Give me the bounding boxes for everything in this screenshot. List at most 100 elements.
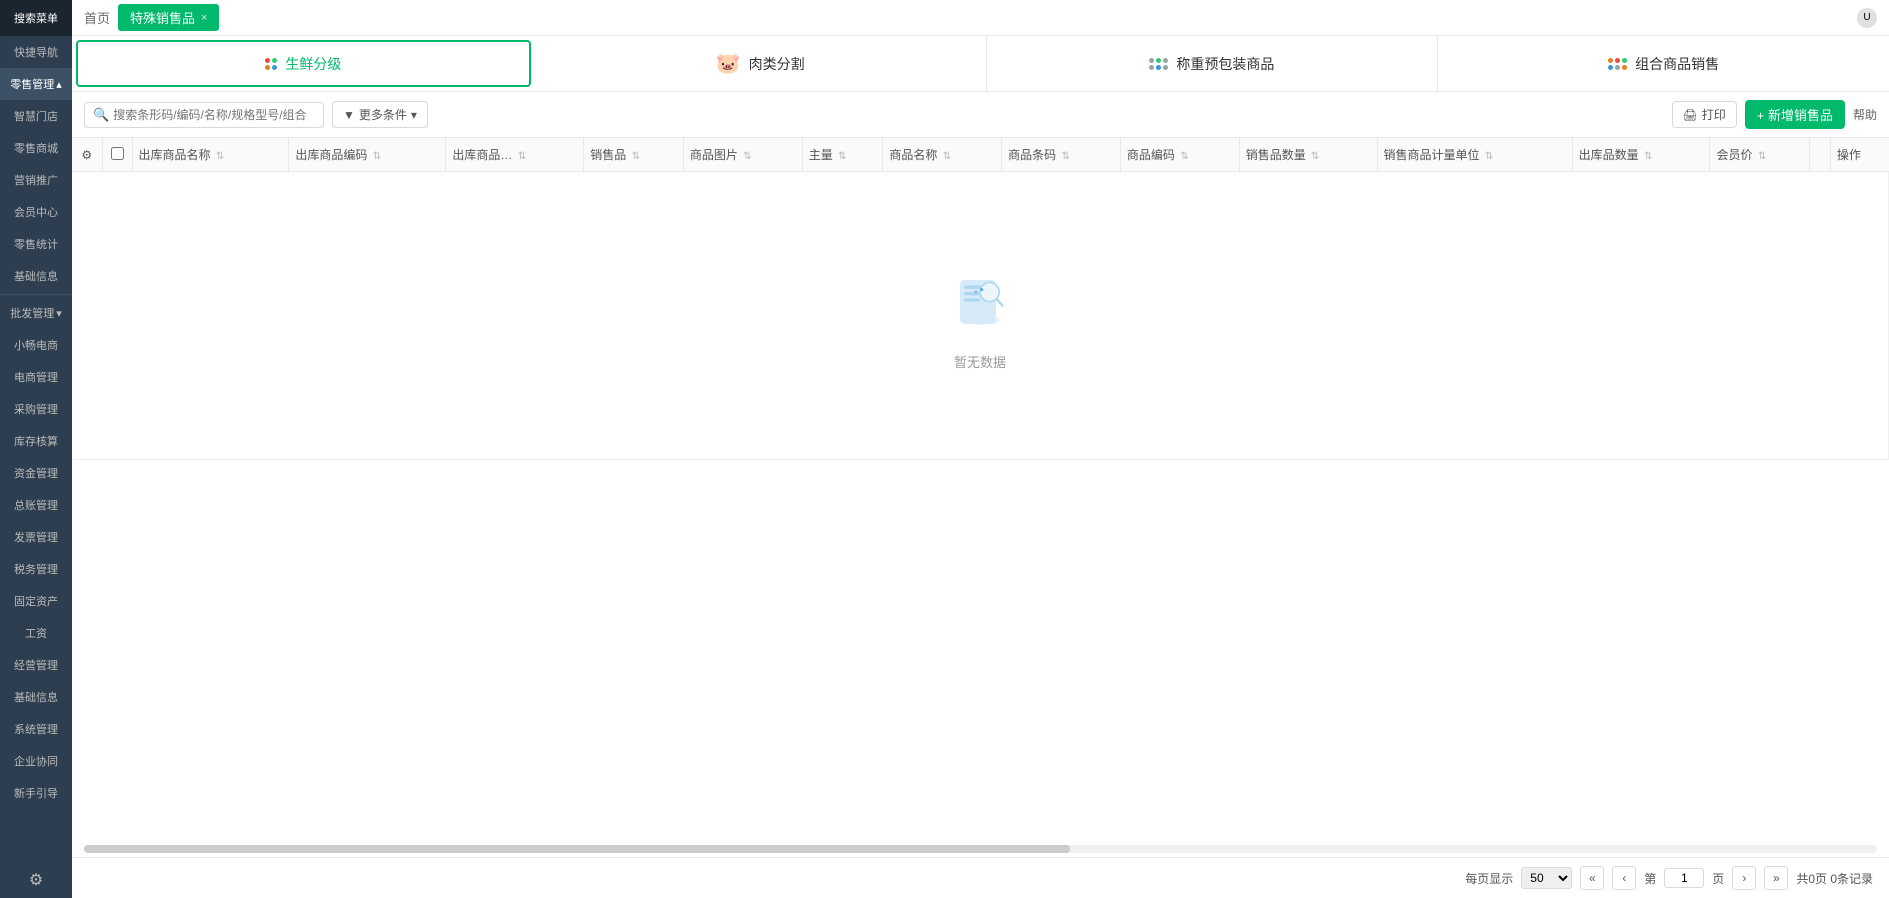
sidebar-item-inventory[interactable]: 库存核算: [0, 425, 72, 457]
main-content: 首页 特殊销售品 × U 生鲜分级 �: [72, 0, 1889, 898]
sidebar-logo[interactable]: 搜索菜单: [0, 0, 72, 36]
empty-state-cell: 暂无数据: [72, 172, 1889, 460]
th-out-code-label: 出库商品编码: [295, 148, 367, 162]
sidebar-item-purchase[interactable]: 采购管理: [0, 393, 72, 425]
active-tab-label: 特殊销售品: [130, 8, 195, 27]
sort-arrows-icon: ⇅: [943, 151, 951, 162]
sidebar-item-fixed-assets[interactable]: 固定资产: [0, 585, 72, 617]
sidebar-item-invoice[interactable]: 发票管理: [0, 521, 72, 553]
th-action: 操作: [1830, 138, 1888, 172]
table-header: ⚙ 出库商品名称 ⇅ 出库商品编码 ⇅ 出库商品… ⇅: [72, 138, 1889, 172]
th-checkbox[interactable]: [102, 138, 132, 172]
th-product-name[interactable]: 商品名称 ⇅: [883, 138, 1002, 172]
tab-meat-cut[interactable]: 🐷 肉类分割: [535, 36, 987, 91]
topbar: 首页 特殊销售品 × U: [72, 0, 1889, 36]
tab-weigh-pack[interactable]: 称重预包装商品: [987, 36, 1439, 91]
sidebar-item-ops[interactable]: 经营管理: [0, 649, 72, 681]
th-out-name[interactable]: 出库商品名称 ⇅: [132, 138, 289, 172]
close-tab-button[interactable]: ×: [201, 12, 207, 24]
th-sale-item-label: 销售品: [590, 148, 626, 162]
sidebar-item-new-guide[interactable]: 新手引导: [0, 777, 72, 809]
th-sale-unit-label: 销售商品计量单位: [1384, 148, 1480, 162]
sidebar-item-retail-mgmt[interactable]: 零售管理 ▴: [0, 68, 72, 100]
page-number-input[interactable]: [1664, 868, 1704, 888]
sidebar: 搜索菜单 快捷导航 零售管理 ▴ 智慧门店 零售商城 营销推广 会员中心 零售统…: [0, 0, 72, 898]
sidebar-item-marketing[interactable]: 营销推广: [0, 164, 72, 196]
search-box[interactable]: 🔍: [84, 102, 324, 128]
table-container: ⚙ 出库商品名称 ⇅ 出库商品编码 ⇅ 出库商品… ⇅: [72, 138, 1889, 841]
first-page-button[interactable]: «: [1580, 866, 1604, 890]
th-sale-item[interactable]: 销售品 ⇅: [584, 138, 684, 172]
toolbar-right: 🖨 打印 + 新增销售品 帮助: [1672, 100, 1877, 129]
th-product-code[interactable]: 商品编码 ⇅: [1120, 138, 1239, 172]
products-table: ⚙ 出库商品名称 ⇅ 出库商品编码 ⇅ 出库商品… ⇅: [72, 138, 1889, 460]
sort-arrows-icon: ⇅: [838, 151, 846, 162]
sidebar-item-basic-info[interactable]: 基础信息: [0, 260, 72, 292]
th-out-code[interactable]: 出库商品编码 ⇅: [289, 138, 446, 172]
sidebar-item-sys-mgmt[interactable]: 系统管理: [0, 713, 72, 745]
weigh-pack-icon: [1149, 58, 1168, 70]
filter-label: 更多条件: [359, 106, 407, 123]
th-member-price[interactable]: 会员价 ⇅: [1710, 138, 1810, 172]
sidebar-item-basic-info2[interactable]: 基础信息: [0, 681, 72, 713]
per-page-label: 每页显示: [1465, 870, 1513, 887]
th-sale-qty[interactable]: 销售品数量 ⇅: [1239, 138, 1377, 172]
filter-arrow-icon: ▾: [411, 108, 417, 122]
topbar-right: U: [1857, 8, 1877, 28]
th-weight-label: 主量: [809, 148, 833, 162]
th-out-spec-label: 出库商品…: [452, 148, 512, 162]
sidebar-item-quick-nav[interactable]: 快捷导航: [0, 36, 72, 68]
th-gear[interactable]: ⚙: [72, 138, 102, 172]
sort-arrows-icon: ⇅: [373, 151, 381, 162]
total-label: 共0页 0条记录: [1796, 870, 1873, 887]
per-page-select[interactable]: 50 10 20 100: [1521, 867, 1572, 889]
th-product-name-label: 商品名称: [889, 148, 937, 162]
sidebar-item-tax[interactable]: 税务管理: [0, 553, 72, 585]
user-avatar[interactable]: U: [1857, 8, 1877, 28]
sort-arrows-icon: ⇅: [632, 151, 640, 162]
last-page-button[interactable]: »: [1764, 866, 1788, 890]
sidebar-item-enterprise[interactable]: 企业协同: [0, 745, 72, 777]
page-suffix-label: 页: [1712, 870, 1724, 887]
sidebar-item-member[interactable]: 会员中心: [0, 196, 72, 228]
horizontal-scrollbar[interactable]: [72, 841, 1889, 857]
sidebar-item-wages[interactable]: 工资: [0, 617, 72, 649]
th-barcode[interactable]: 商品条码 ⇅: [1002, 138, 1121, 172]
sidebar-item-wholesale[interactable]: 批发管理 ▾: [0, 297, 72, 329]
sidebar-settings[interactable]: ⚙: [0, 862, 72, 898]
home-link[interactable]: 首页: [84, 8, 110, 27]
active-tab[interactable]: 特殊销售品 ×: [118, 4, 219, 31]
help-button[interactable]: 帮助: [1853, 106, 1877, 123]
sidebar-item-ledger[interactable]: 总账管理: [0, 489, 72, 521]
search-input[interactable]: [113, 108, 315, 122]
th-out-qty[interactable]: 出库品数量 ⇅: [1572, 138, 1710, 172]
sort-arrows-icon: ⇅: [1485, 151, 1493, 162]
th-out-spec[interactable]: 出库商品… ⇅: [446, 138, 584, 172]
sidebar-item-capital[interactable]: 资金管理: [0, 457, 72, 489]
sidebar-item-smart-store[interactable]: 智慧门店: [0, 100, 72, 132]
filter-icon: ▼: [343, 108, 355, 122]
prev-page-button[interactable]: ‹: [1612, 866, 1636, 890]
fresh-grade-icon: [265, 58, 277, 70]
scrollbar-track[interactable]: [84, 845, 1877, 853]
combo-sale-icon: [1608, 58, 1627, 70]
tab-combo-sale[interactable]: 组合商品销售: [1438, 36, 1889, 91]
table-body: 暂无数据: [72, 172, 1889, 460]
tab-fresh-grade[interactable]: 生鲜分级: [76, 40, 531, 87]
sidebar-item-ecom-mgmt[interactable]: 电商管理: [0, 361, 72, 393]
th-product-img[interactable]: 商品图片 ⇅: [683, 138, 802, 172]
th-weight[interactable]: 主量 ⇅: [802, 138, 883, 172]
scrollbar-thumb[interactable]: [84, 845, 1070, 853]
th-sale-qty-label: 销售品数量: [1246, 148, 1306, 162]
next-page-button[interactable]: ›: [1732, 866, 1756, 890]
tab-weigh-pack-label: 称重预包装商品: [1176, 54, 1274, 74]
new-product-button[interactable]: + 新增销售品: [1745, 100, 1845, 129]
th-sale-unit[interactable]: 销售商品计量单位 ⇅: [1377, 138, 1572, 172]
print-button[interactable]: 🖨 打印: [1672, 101, 1737, 128]
filter-button[interactable]: ▼ 更多条件 ▾: [332, 101, 428, 128]
sidebar-item-retail-stats[interactable]: 零售统计: [0, 228, 72, 260]
sort-arrows-icon: ⇅: [216, 151, 224, 162]
sidebar-item-mini-ecom[interactable]: 小畅电商: [0, 329, 72, 361]
sidebar-item-retail-mall[interactable]: 零售商城: [0, 132, 72, 164]
select-all-checkbox[interactable]: [111, 147, 124, 160]
